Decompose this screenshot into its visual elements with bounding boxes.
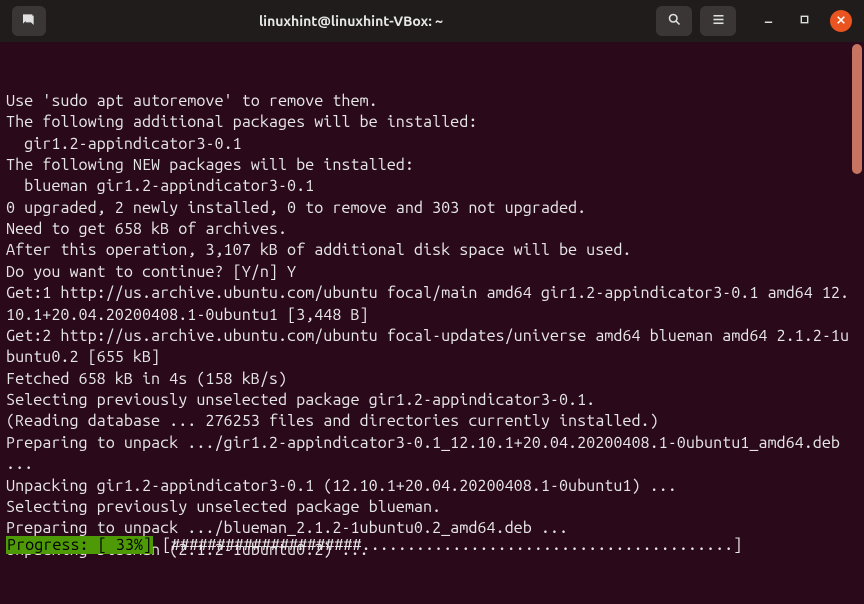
search-icon (667, 12, 682, 31)
close-icon (836, 15, 846, 28)
terminal-line: Need to get 658 kB of archives. (6, 219, 858, 240)
terminal-line: (Reading database ... 276253 files and d… (6, 411, 858, 432)
terminal-line: After this operation, 3,107 kB of additi… (6, 240, 858, 261)
terminal-output[interactable]: Use 'sudo apt autoremove' to remove them… (0, 42, 864, 566)
terminal-line: Get:1 http://us.archive.ubuntu.com/ubunt… (6, 283, 858, 326)
terminal-line: Do you want to continue? [Y/n] Y (6, 262, 858, 283)
terminal-line: Fetched 658 kB in 4s (158 kB/s) (6, 369, 858, 390)
progress-line: Progress: [ 33%] [#####################.… (6, 535, 858, 556)
terminal-line: The following NEW packages will be insta… (6, 155, 858, 176)
progress-label: Progress: [ 33%] (6, 536, 153, 554)
terminal-line: Selecting previously unselected package … (6, 497, 858, 518)
window-title: linuxhint@linuxhint-VBox: ~ (54, 13, 648, 29)
terminal-line: Preparing to unpack .../gir1.2-appindica… (6, 433, 858, 476)
terminal-line: gir1.2-appindicator3-0.1 (6, 134, 858, 155)
terminal-line: Selecting previously unselected package … (6, 390, 858, 411)
maximize-button[interactable] (794, 11, 814, 31)
maximize-icon (799, 14, 810, 28)
hamburger-icon (711, 12, 726, 31)
search-button[interactable] (656, 6, 692, 36)
progress-bar: [#####################..................… (153, 536, 742, 554)
window-controls (758, 10, 852, 32)
new-tab-icon (21, 11, 37, 31)
title-bar: linuxhint@linuxhint-VBox: ~ (0, 0, 864, 42)
close-button[interactable] (830, 10, 852, 32)
terminal-line: Use 'sudo apt autoremove' to remove them… (6, 91, 858, 112)
terminal-line: The following additional packages will b… (6, 112, 858, 133)
terminal-line: blueman gir1.2-appindicator3-0.1 (6, 176, 858, 197)
minimize-icon (763, 14, 774, 28)
new-tab-button[interactable] (12, 6, 46, 36)
terminal-line: 0 upgraded, 2 newly installed, 0 to remo… (6, 198, 858, 219)
minimize-button[interactable] (758, 11, 778, 31)
menu-button[interactable] (700, 6, 736, 36)
terminal-line: Unpacking gir1.2-appindicator3-0.1 (12.1… (6, 476, 858, 497)
scrollbar-thumb[interactable] (852, 44, 862, 174)
terminal-line: Get:2 http://us.archive.ubuntu.com/ubunt… (6, 326, 858, 369)
